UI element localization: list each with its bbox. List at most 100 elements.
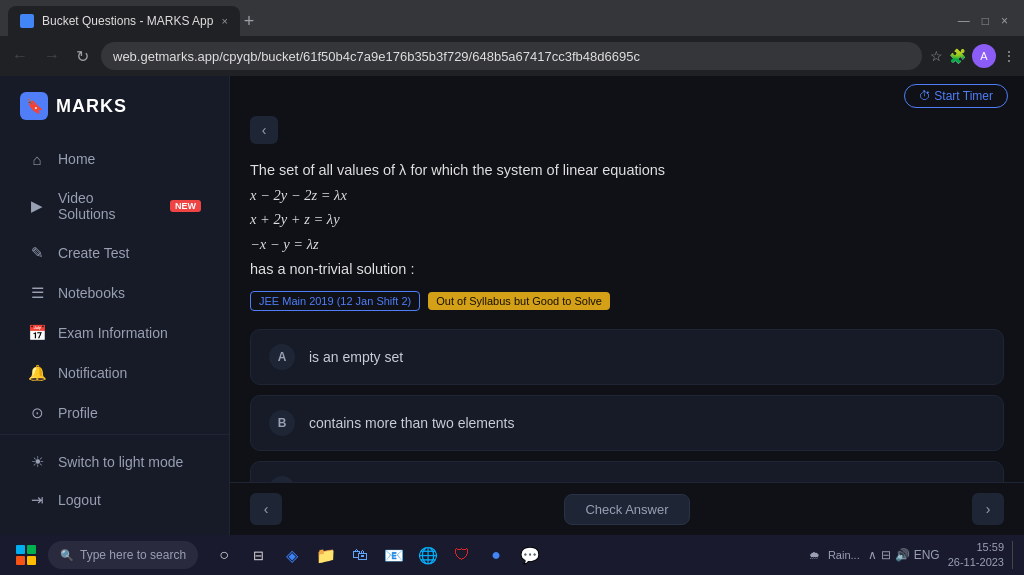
notification-icon: 🔔 xyxy=(28,364,46,382)
active-tab[interactable]: Bucket Questions - MARKS App × xyxy=(8,6,240,36)
sidebar-item-profile[interactable]: ⊙ Profile xyxy=(8,394,221,432)
back-button[interactable]: ‹ xyxy=(250,116,278,144)
windows-logo xyxy=(16,545,36,565)
taskbar-edge[interactable]: ◈ xyxy=(278,541,306,569)
option-b-text: contains more than two elements xyxy=(309,415,514,431)
taskbar-clock[interactable]: 15:59 26-11-2023 xyxy=(948,540,1004,571)
sidebar-item-notebooks[interactable]: ☰ Notebooks xyxy=(8,274,221,312)
video-icon: ▶ xyxy=(28,197,46,215)
question-conclusion: has a non-trivial solution : xyxy=(250,261,414,277)
notebooks-icon: ☰ xyxy=(28,284,46,302)
taskbar-browser[interactable]: 🌐 xyxy=(414,541,442,569)
taskbar-cortana[interactable]: ○ xyxy=(210,541,238,569)
tab-bar: Bucket Questions - MARKS App × + — □ × xyxy=(0,0,1024,36)
sidebar-item-label: Notebooks xyxy=(58,285,125,301)
logo-icon: 🔖 xyxy=(20,92,48,120)
tab-favicon xyxy=(20,14,34,28)
menu-icon[interactable]: ⋮ xyxy=(1002,48,1016,64)
next-button[interactable]: › xyxy=(972,493,1004,525)
back-button[interactable]: ← xyxy=(8,45,32,67)
option-a[interactable]: A is an empty set xyxy=(250,329,1004,385)
profile-icon: ⊙ xyxy=(28,404,46,422)
sidebar-item-home[interactable]: ⌂ Home xyxy=(8,140,221,178)
top-bar: ⏱ Start Timer xyxy=(230,76,1024,116)
home-icon: ⌂ xyxy=(28,150,46,168)
taskbar: 🔍 Type here to search ○ ⊟ ◈ 📁 🛍 📧 🌐 🛡 ● … xyxy=(0,535,1024,575)
taskbar-task-view[interactable]: ⊟ xyxy=(244,541,272,569)
chevron-up-icon[interactable]: ∧ xyxy=(868,548,877,562)
exam-tag: JEE Main 2019 (12 Jan Shift 2) xyxy=(250,291,420,311)
taskbar-shield[interactable]: 🛡 xyxy=(448,541,476,569)
logo-text: MARKS xyxy=(56,96,127,117)
light-mode-icon: ☀ xyxy=(28,453,46,471)
taskbar-chrome[interactable]: ● xyxy=(482,541,510,569)
taskbar-right: 🌧 Rain... ∧ ⊟ 🔊 ENG 15:59 26-11-2023 xyxy=(809,540,1016,571)
start-timer-button[interactable]: ⏱ Start Timer xyxy=(904,84,1008,108)
oos-tag: Out of Syllabus but Good to Solve xyxy=(428,292,610,310)
sidebar-item-label: Switch to light mode xyxy=(58,454,183,470)
url-bar[interactable] xyxy=(101,42,922,70)
sidebar-item-label: Notification xyxy=(58,365,127,381)
taskbar-mail[interactable]: 📧 xyxy=(380,541,408,569)
bottom-nav: ‹ Check Answer › xyxy=(230,482,1024,535)
new-tab-button[interactable]: + xyxy=(244,11,255,32)
taskbar-rain-icon: 🌧 xyxy=(809,549,820,561)
sidebar-logo: 🔖 MARKS xyxy=(0,92,229,140)
main-content: ⏱ Start Timer ‹ The set of all values of… xyxy=(230,76,1024,535)
new-badge: NEW xyxy=(170,200,201,212)
sidebar-item-exam-information[interactable]: 📅 Exam Information xyxy=(8,314,221,352)
sidebar: 🔖 MARKS ⌂ Home ▶ Video Solutions NEW ✎ C… xyxy=(0,76,230,535)
profile-avatar[interactable]: A xyxy=(972,44,996,68)
prev-button[interactable]: ‹ xyxy=(250,493,282,525)
sidebar-item-video-solutions[interactable]: ▶ Video Solutions NEW xyxy=(8,180,221,232)
sidebar-item-label: Create Test xyxy=(58,245,129,261)
sidebar-item-label: Exam Information xyxy=(58,325,168,341)
search-icon: 🔍 xyxy=(60,549,74,562)
sidebar-item-label: Home xyxy=(58,151,95,167)
minimize-btn[interactable]: — xyxy=(958,14,970,28)
extensions-icon[interactable]: 🧩 xyxy=(949,48,966,64)
logout-icon: ⇥ xyxy=(28,491,46,509)
sidebar-item-label: Video Solutions xyxy=(58,190,154,222)
option-c[interactable]: C is a singleton xyxy=(250,461,1004,482)
create-test-icon: ✎ xyxy=(28,244,46,262)
taskbar-search-bar[interactable]: 🔍 Type here to search xyxy=(48,541,198,569)
volume-icon[interactable]: 🔊 xyxy=(895,548,910,562)
bookmark-icon[interactable]: ☆ xyxy=(930,48,943,64)
sidebar-item-label: Profile xyxy=(58,405,98,421)
option-a-text: is an empty set xyxy=(309,349,403,365)
network-icon[interactable]: ⊟ xyxy=(881,548,891,562)
taskbar-explorer[interactable]: 📁 xyxy=(312,541,340,569)
browser-chrome: Bucket Questions - MARKS App × + — □ × ←… xyxy=(0,0,1024,76)
tab-close-btn[interactable]: × xyxy=(221,15,227,27)
taskbar-chat[interactable]: 💬 xyxy=(516,541,544,569)
taskbar-time-value: 15:59 xyxy=(948,540,1004,555)
reload-button[interactable]: ↻ xyxy=(72,45,93,68)
sidebar-nav: ⌂ Home ▶ Video Solutions NEW ✎ Create Te… xyxy=(0,140,229,434)
equation-2: x + 2y + z = λy xyxy=(250,211,340,227)
browser-actions: ☆ 🧩 A ⋮ xyxy=(930,44,1016,68)
check-answer-button[interactable]: Check Answer xyxy=(564,494,689,525)
windows-start-button[interactable] xyxy=(8,541,44,569)
sidebar-item-logout[interactable]: ⇥ Logout xyxy=(8,481,221,519)
close-btn[interactable]: × xyxy=(1001,14,1008,28)
taskbar-date-value: 26-11-2023 xyxy=(948,555,1004,570)
equation-3: −x − y = λz xyxy=(250,236,319,252)
equation-1: x − 2y − 2z = λx xyxy=(250,187,347,203)
sidebar-item-light-mode[interactable]: ☀ Switch to light mode xyxy=(8,443,221,481)
question-intro: The set of all values of λ for which the… xyxy=(250,162,665,178)
question-text: The set of all values of λ for which the… xyxy=(250,158,1004,281)
taskbar-store[interactable]: 🛍 xyxy=(346,541,374,569)
maximize-btn[interactable]: □ xyxy=(982,14,989,28)
option-a-label: A xyxy=(269,344,295,370)
sidebar-item-notification[interactable]: 🔔 Notification xyxy=(8,354,221,392)
taskbar-system-icons: ∧ ⊟ 🔊 ENG xyxy=(868,548,940,562)
address-bar: ← → ↻ ☆ 🧩 A ⋮ xyxy=(0,36,1024,76)
sidebar-item-create-test[interactable]: ✎ Create Test xyxy=(8,234,221,272)
show-desktop-btn[interactable] xyxy=(1012,541,1016,569)
taskbar-app-icons: ○ ⊟ ◈ 📁 🛍 📧 🌐 🛡 ● 💬 xyxy=(210,541,544,569)
forward-button[interactable]: → xyxy=(40,45,64,67)
sidebar-item-label: Logout xyxy=(58,492,101,508)
option-b[interactable]: B contains more than two elements xyxy=(250,395,1004,451)
search-placeholder: Type here to search xyxy=(80,548,186,562)
